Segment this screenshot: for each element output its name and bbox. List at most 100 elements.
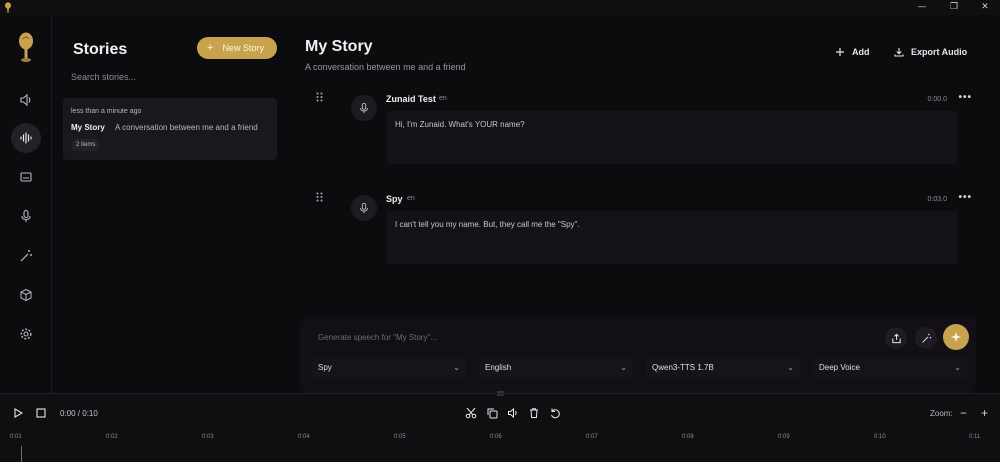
model-select[interactable]: Qwen3-TTS 1.7B ⌄ — [646, 357, 800, 379]
trash-icon[interactable] — [528, 407, 540, 419]
story-description: A conversation between me and a friend — [115, 123, 258, 132]
zoom-in-button[interactable]: + — [981, 406, 988, 420]
story-editor: My Story A conversation between me and a… — [287, 15, 1000, 393]
nav-box-icon[interactable] — [11, 280, 41, 310]
nav-waveform-icon[interactable] — [11, 123, 41, 153]
generate-speech-panel: Spy ⌄ English ⌄ Qwen3-TTS 1.7B ⌄ Deep Vo… — [300, 317, 976, 393]
copy-icon[interactable] — [486, 407, 498, 419]
stop-icon[interactable] — [36, 408, 46, 418]
language-select-value: English — [485, 363, 512, 372]
story-list-item[interactable]: less than a minute ago My Story A conver… — [63, 98, 277, 160]
stories-panel: Stories + New Story less than a minute a… — [52, 15, 287, 393]
timeline-panel: 0:00 / 0:10 Zoom: − + 0:01 0:02 0:03 0:0… — [0, 391, 1000, 462]
ruler-tick: 0:07 — [586, 434, 598, 440]
ruler-tick: 0:09 — [778, 434, 790, 440]
new-story-button[interactable]: + New Story — [197, 37, 277, 59]
voice-avatar — [351, 95, 377, 121]
preset-select[interactable]: Deep Voice ⌄ — [813, 357, 967, 379]
generate-button[interactable] — [943, 324, 969, 350]
scissors-icon[interactable] — [465, 407, 477, 419]
export-audio-button[interactable]: Export Audio — [894, 47, 967, 57]
export-audio-label: Export Audio — [911, 47, 968, 57]
chevron-down-icon: ⌄ — [620, 363, 627, 372]
story-item-count-badge: 2 items — [71, 139, 101, 151]
nav-speaker-icon[interactable] — [11, 85, 41, 115]
clip-language: en — [407, 195, 415, 202]
app-logo-icon — [5, 2, 11, 13]
microphone-icon — [360, 202, 368, 214]
story-timestamp: less than a minute ago — [71, 108, 142, 115]
preset-select-value: Deep Voice — [819, 363, 860, 372]
playhead[interactable] — [21, 446, 22, 462]
zoom-label: Zoom: — [930, 409, 953, 418]
ruler-tick: 0:10 — [874, 434, 886, 440]
clip-speaker-name: Spy — [386, 194, 403, 204]
story-clip[interactable]: Spy en 0:03.0 ••• I can't tell you my na… — [305, 190, 985, 280]
drag-handle-icon[interactable] — [316, 92, 323, 102]
clip-text[interactable]: Hi, I'm Zunaid. What's YOUR name? — [386, 111, 958, 164]
share-button[interactable] — [885, 327, 907, 349]
minimize-button[interactable]: — — [907, 0, 937, 15]
page-subtitle: A conversation between me and a friend — [305, 62, 466, 72]
play-icon[interactable] — [13, 408, 23, 418]
plus-icon — [836, 48, 844, 56]
nav-settings-icon[interactable] — [11, 319, 41, 349]
language-select[interactable]: English ⌄ — [479, 357, 633, 379]
clip-language: en — [439, 95, 447, 102]
nav-microphone-icon[interactable] — [11, 201, 41, 231]
drag-handle-icon[interactable] — [316, 192, 323, 202]
search-stories-input[interactable] — [71, 70, 276, 84]
download-icon — [894, 48, 904, 57]
ruler-tick: 0:11 — [969, 434, 981, 440]
voice-select-value: Spy — [318, 363, 332, 372]
ruler-tick: 0:01 — [10, 434, 22, 440]
ruler-tick: 0:06 — [490, 434, 502, 440]
chevron-down-icon: ⌄ — [453, 363, 460, 372]
nav-captions-icon[interactable] — [11, 162, 41, 192]
magic-wand-button[interactable] — [915, 327, 937, 349]
restore-button[interactable]: ❐ — [939, 0, 969, 15]
ruler-tick: 0:04 — [298, 434, 310, 440]
ruler-tick: 0:02 — [106, 434, 118, 440]
volume-icon[interactable] — [507, 407, 519, 419]
magic-wand-icon — [921, 333, 931, 343]
add-button[interactable]: Add — [835, 47, 870, 57]
ruler-tick: 0:08 — [682, 434, 694, 440]
app-logo-icon — [19, 32, 33, 62]
clip-more-menu[interactable]: ••• — [958, 92, 972, 103]
share-icon — [891, 333, 901, 343]
chevron-down-icon: ⌄ — [954, 363, 961, 372]
undo-icon[interactable] — [549, 407, 561, 419]
ruler-tick: 0:03 — [202, 434, 214, 440]
new-story-label: New Story — [222, 43, 264, 53]
magic-wand-icon — [20, 250, 32, 262]
story-clip[interactable]: Zunaid Test en 0:00.0 ••• Hi, I'm Zunaid… — [305, 90, 985, 180]
voice-select[interactable]: Spy ⌄ — [312, 357, 466, 379]
sparkle-icon — [951, 332, 961, 342]
nav-rail — [0, 15, 52, 393]
microphone-icon — [21, 209, 31, 222]
add-label: Add — [852, 47, 870, 57]
plus-icon: + — [207, 42, 214, 54]
clip-timestamp: 0:00.0 — [927, 96, 947, 103]
clip-more-menu[interactable]: ••• — [958, 192, 972, 203]
microphone-icon — [360, 102, 368, 114]
stories-title: Stories — [73, 41, 128, 58]
resize-grip-icon[interactable] — [497, 391, 504, 396]
title-bar: — ❐ ✕ — [0, 0, 1000, 15]
box-icon — [20, 288, 32, 302]
close-button[interactable]: ✕ — [970, 0, 1000, 15]
clip-timestamp: 0:03.0 — [927, 196, 947, 203]
generate-speech-input[interactable] — [318, 331, 818, 343]
zoom-out-button[interactable]: − — [960, 406, 967, 420]
clip-text[interactable]: I can't tell you my name. But, they call… — [386, 211, 958, 264]
speaker-icon — [20, 93, 31, 107]
ruler-tick: 0:05 — [394, 434, 406, 440]
voice-avatar — [351, 195, 377, 221]
captions-icon — [20, 172, 32, 182]
story-name: My Story — [71, 123, 105, 132]
page-title: My Story — [305, 38, 373, 55]
waveform-icon — [20, 132, 32, 144]
nav-magic-wand-icon[interactable] — [11, 241, 41, 271]
model-select-value: Qwen3-TTS 1.7B — [652, 363, 714, 372]
